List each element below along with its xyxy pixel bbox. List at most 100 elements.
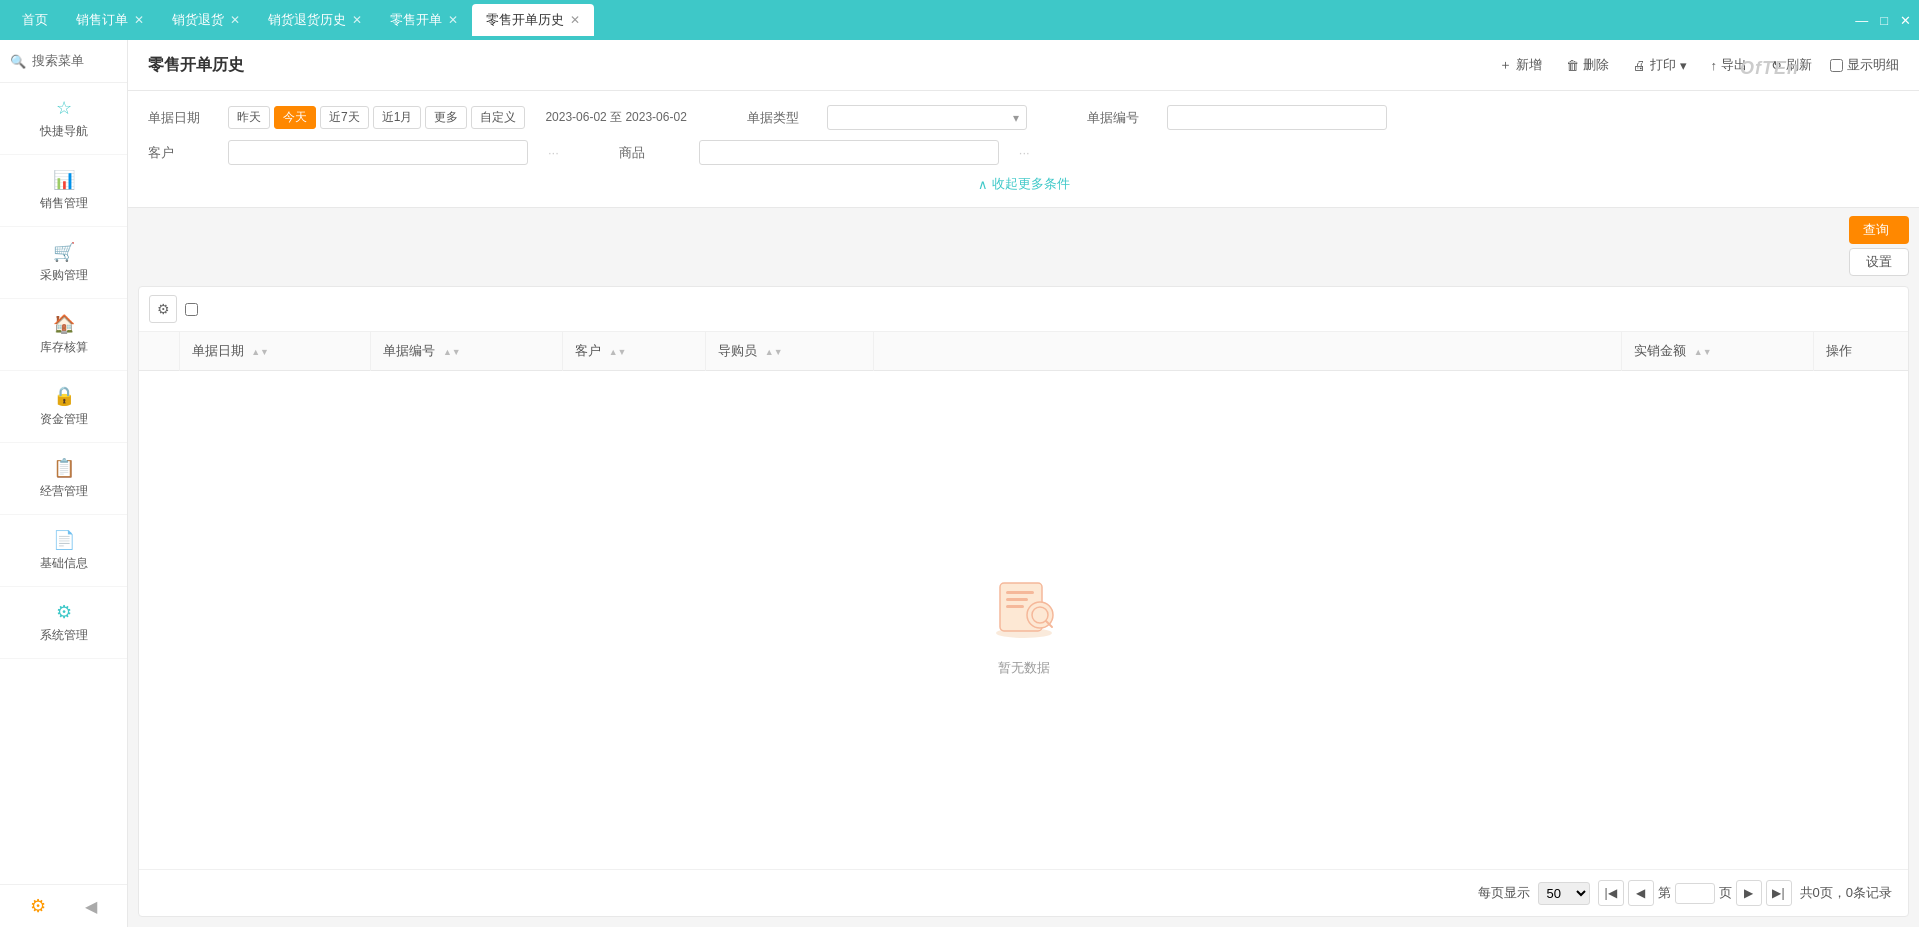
filter-row-1: 单据日期 昨天 今天 近7天 近1月 更多 自定义 2023-06-02 至 2… (148, 105, 1899, 130)
sales-mgmt-icon: 📊 (53, 169, 75, 191)
tab-close-sales-order[interactable]: ✕ (134, 14, 144, 26)
sidebar-item-system[interactable]: ⚙ 系统管理 (0, 587, 127, 659)
action-buttons: 查询 设置 (1849, 208, 1909, 276)
sort-number-icon: ▲▼ (443, 347, 461, 357)
basic-info-icon: 📄 (53, 529, 75, 551)
type-select[interactable] (827, 105, 1027, 130)
main-layout: 🔍 搜索菜单 ☆ 快捷导航 📊 销售管理 🛒 采购管理 🏠 库存核算 🔒 资金管… (0, 40, 1919, 927)
sidebar: 🔍 搜索菜单 ☆ 快捷导航 📊 销售管理 🛒 采购管理 🏠 库存核算 🔒 资金管… (0, 40, 128, 927)
th-date[interactable]: 单据日期 ▲▼ (179, 332, 371, 371)
data-table: 单据日期 ▲▼ 单据编号 ▲▼ 客户 ▲▼ (139, 332, 1908, 371)
print-icon: 🖨 (1633, 58, 1646, 73)
sidebar-search[interactable]: 🔍 搜索菜单 (0, 40, 127, 83)
page-prev-btn[interactable]: ◀ (1628, 880, 1654, 906)
sidebar-item-operation[interactable]: 📋 经营管理 (0, 443, 127, 515)
show-detail-checkbox-label[interactable]: 显示明细 (1830, 56, 1899, 74)
table-container: ⚙ 单据日期 ▲▼ 单据编号 ▲▼ (138, 286, 1909, 917)
sort-customer-icon: ▲▼ (609, 347, 627, 357)
toolbar: ＋ 新增 🗑 删除 🖨 打印 ▾ ↑ 导出 ↻ 刷新 (1493, 52, 1900, 90)
date-btn-more[interactable]: 更多 (425, 106, 467, 129)
delete-button[interactable]: 🗑 删除 (1560, 52, 1615, 78)
window-close[interactable]: ✕ (1900, 13, 1911, 28)
sidebar-bottom: ⚙ ◀ (0, 884, 127, 927)
table-section: 查询 设置 ⚙ 单据日期 ▲▼ (128, 208, 1919, 927)
delete-icon: 🗑 (1566, 58, 1579, 73)
filter-settings-button[interactable]: 设置 (1849, 248, 1909, 276)
page-first-btn[interactable]: |◀ (1598, 880, 1624, 906)
pagination: 每页显示 50 100 200 |◀ ◀ 第 1 页 ▶ ▶| (139, 869, 1908, 916)
svg-rect-3 (1006, 598, 1028, 601)
collapse-arrow-icon: ∧ (978, 177, 988, 192)
table-head: 单据日期 ▲▼ 单据编号 ▲▼ 客户 ▲▼ (139, 332, 1908, 371)
sidebar-item-finance[interactable]: 🔒 资金管理 (0, 371, 127, 443)
sidebar-collapse-icon[interactable]: ◀ (85, 897, 97, 916)
filter-date-btns: 昨天 今天 近7天 近1月 更多 自定义 (228, 106, 525, 129)
add-button[interactable]: ＋ 新增 (1493, 52, 1548, 78)
empty-state: 暂无数据 (139, 371, 1908, 869)
goods-input[interactable] (699, 140, 999, 165)
date-btn-yesterday[interactable]: 昨天 (228, 106, 270, 129)
total-label: 共0页，0条记录 (1800, 884, 1892, 902)
customer-input[interactable] (228, 140, 528, 165)
page-next-btn[interactable]: ▶ (1736, 880, 1762, 906)
tab-sales-return[interactable]: 销货退货 ✕ (158, 4, 254, 36)
goods-dots[interactable]: ··· (1019, 145, 1030, 160)
page-last-btn[interactable]: ▶| (1766, 880, 1792, 906)
type-select-wrapper (827, 105, 1027, 130)
sidebar-settings-icon[interactable]: ⚙ (30, 895, 46, 917)
sidebar-item-quick-nav[interactable]: ☆ 快捷导航 (0, 83, 127, 155)
sidebar-item-inventory[interactable]: 🏠 库存核算 (0, 299, 127, 371)
table-header-row: 单据日期 ▲▼ 单据编号 ▲▼ 客户 ▲▼ (139, 332, 1908, 371)
table-settings-icon[interactable]: ⚙ (149, 295, 177, 323)
date-btn-7days[interactable]: 近7天 (320, 106, 369, 129)
tab-sales-order[interactable]: 销售订单 ✕ (62, 4, 158, 36)
quick-nav-icon: ☆ (56, 97, 72, 119)
per-page-select[interactable]: 50 100 200 (1538, 882, 1590, 905)
date-btn-custom[interactable]: 自定义 (471, 106, 525, 129)
tab-close-sales-return-history[interactable]: ✕ (352, 14, 362, 26)
th-checkbox (139, 332, 179, 371)
th-spacer (873, 332, 1622, 371)
finance-icon: 🔒 (53, 385, 75, 407)
filter-area: 单据日期 昨天 今天 近7天 近1月 更多 自定义 2023-06-02 至 2… (128, 91, 1919, 208)
th-number[interactable]: 单据编号 ▲▼ (371, 332, 563, 371)
sidebar-item-basic-info[interactable]: 📄 基础信息 (0, 515, 127, 587)
tab-retail-open-history[interactable]: 零售开单历史 ✕ (472, 4, 594, 36)
select-all-checkbox[interactable] (185, 303, 198, 316)
th-customer[interactable]: 客户 ▲▼ (563, 332, 706, 371)
tab-retail-open[interactable]: 零售开单 ✕ (376, 4, 472, 36)
customer-label: 客户 (148, 144, 208, 162)
show-detail-checkbox[interactable] (1830, 59, 1843, 72)
operation-icon: 📋 (53, 457, 75, 479)
th-amount[interactable]: 实销金额 ▲▼ (1622, 332, 1814, 371)
tab-bar: 首页 销售订单 ✕ 销货退货 ✕ 销货退货历史 ✕ 零售开单 ✕ 零售开单历史 … (0, 0, 1919, 40)
date-btn-today[interactable]: 今天 (274, 106, 316, 129)
tab-close-sales-return[interactable]: ✕ (230, 14, 240, 26)
th-salesperson[interactable]: 导购员 ▲▼ (706, 332, 873, 371)
date-label: 单据日期 (148, 109, 208, 127)
search-icon: 🔍 (10, 54, 26, 69)
window-minimize[interactable]: — (1855, 13, 1868, 28)
sidebar-item-sales-mgmt[interactable]: 📊 销售管理 (0, 155, 127, 227)
tab-close-retail-open[interactable]: ✕ (448, 14, 458, 26)
window-maximize[interactable]: □ (1880, 13, 1888, 28)
export-button[interactable]: ↑ 导出 (1705, 52, 1754, 78)
date-btn-1month[interactable]: 近1月 (373, 106, 422, 129)
print-button[interactable]: 🖨 打印 ▾ (1627, 52, 1693, 78)
tab-sales-return-history[interactable]: 销货退货历史 ✕ (254, 4, 376, 36)
tab-close-retail-open-history[interactable]: ✕ (570, 14, 580, 26)
refresh-button[interactable]: ↻ 刷新 (1765, 52, 1818, 78)
sidebar-item-purchase-mgmt[interactable]: 🛒 采购管理 (0, 227, 127, 299)
export-icon: ↑ (1711, 58, 1718, 73)
doc-number-input[interactable] (1167, 105, 1387, 130)
query-button[interactable]: 查询 (1849, 216, 1909, 244)
th-action: 操作 (1813, 332, 1908, 371)
customer-dots[interactable]: ··· (548, 145, 559, 160)
table-toolbar: ⚙ (139, 287, 1908, 332)
goods-label: 商品 (619, 144, 679, 162)
page-input[interactable]: 1 (1675, 883, 1715, 904)
tab-home[interactable]: 首页 (8, 4, 62, 36)
date-range-text: 2023-06-02 至 2023-06-02 (545, 109, 686, 126)
collapse-btn[interactable]: ∧ 收起更多条件 (148, 175, 1899, 193)
page-nav: |◀ ◀ 第 1 页 ▶ ▶| (1598, 880, 1792, 906)
